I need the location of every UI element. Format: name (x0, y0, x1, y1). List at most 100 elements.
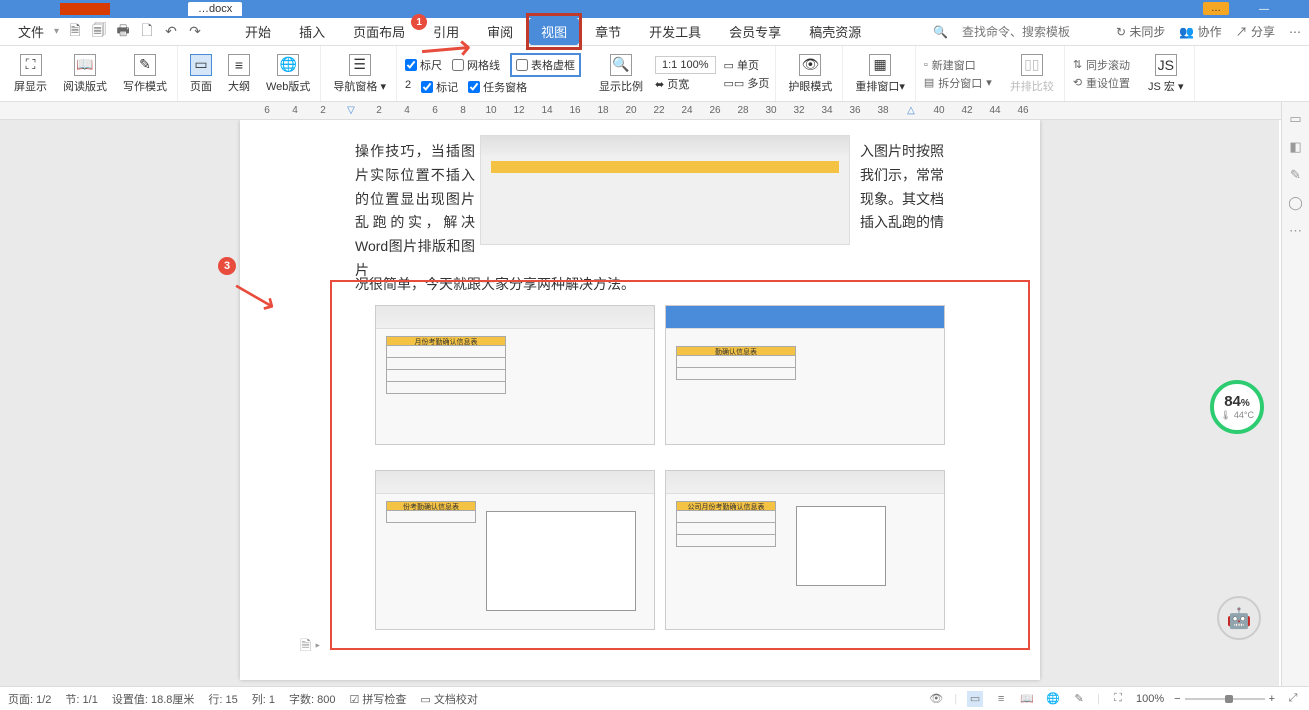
body-text-left: 操作技巧，当插图片实际位置不插入的位置显出现图片乱跑的实，解决 Word图片排版… (355, 140, 475, 283)
search-icon: 🔍 (933, 25, 948, 39)
save-icon[interactable]: 🗎 (67, 24, 83, 40)
fit-page-icon[interactable]: ⛶ (1110, 691, 1126, 707)
status-bar: 页面: 1/2 节: 1/1 设置值: 18.8厘米 行: 15 列: 1 字数… (0, 686, 1309, 710)
quick-access-toolbar: 🗎 🗐 🖶 🗋 ↶ ↷ (67, 24, 203, 40)
title-bar: …docx … — (0, 0, 1309, 18)
body-text-right: 入图片时按照我们示，常常现象。其文档插入乱跑的情 (860, 140, 950, 235)
embedded-screenshot-3[interactable]: 份考勤确认信息表 (375, 470, 655, 630)
document-tab[interactable]: …docx (188, 2, 242, 16)
minimize-icon[interactable]: — (1259, 4, 1269, 15)
outline-view-button[interactable]: ≡大纲 (224, 52, 254, 96)
embedded-image-top[interactable] (480, 135, 850, 245)
tab-start[interactable]: 开始 (233, 18, 283, 45)
embedded-screenshot-1[interactable]: 月份考勤确认信息表 (375, 305, 655, 445)
ribbon-tabs: 开始 插入 页面布局 1 引用 审阅 视图 章节 开发工具 会员专享 稿壳资源 (233, 18, 873, 45)
tab-dev-tools[interactable]: 开发工具 (637, 18, 713, 45)
view-outline-icon[interactable]: ≡ (993, 691, 1009, 707)
undo-icon[interactable]: ↶ (163, 24, 179, 40)
single-page-button[interactable]: ▭ 单页 (724, 57, 770, 73)
status-section: 节: 1/1 (65, 691, 97, 707)
view-write-icon[interactable]: ✎ (1071, 691, 1087, 707)
zoom-out-icon[interactable]: − (1174, 693, 1180, 705)
window-controls: — (1259, 0, 1269, 18)
status-spellcheck[interactable]: ☑ 拼写检查 (350, 691, 407, 707)
tab-sections[interactable]: 章节 (583, 18, 633, 45)
web-view-button[interactable]: 🌐Web版式 (262, 52, 314, 96)
embedded-screenshot-2[interactable]: 勤确认信息表 (665, 305, 945, 445)
split-window-button[interactable]: ▤ 拆分窗口▾ (924, 75, 992, 91)
annotation-badge-2: 2 (405, 79, 411, 95)
embedded-screenshot-4[interactable]: 公司月份考勤确认信息表 (665, 470, 945, 630)
task-pane-checkbox[interactable]: 任务窗格 (468, 79, 527, 95)
page-width-button[interactable]: ⬌ 页宽 (655, 76, 716, 92)
sync-scroll-button: ⇅ 同步滚动 (1073, 57, 1130, 73)
status-column: 列: 1 (252, 691, 275, 707)
view-web-icon[interactable]: 🌐 (1045, 691, 1061, 707)
tab-resources[interactable]: 稿壳资源 (797, 18, 873, 45)
page-view-button[interactable]: ▭页面 (186, 52, 216, 96)
page-indicator-icon: 🗎 ▸ (300, 635, 320, 659)
premium-badge[interactable]: … (1203, 2, 1229, 15)
ribbon: ⛶屏显示 📖阅读版式 ✎写作模式 ▭页面 ≡大纲 🌐Web版式 ☰导航窗格 ▾ … (0, 46, 1309, 102)
zoom-value[interactable]: 1:1 100% (655, 56, 716, 74)
more-icon[interactable]: ⋯ (1289, 25, 1301, 39)
gridlines-checkbox[interactable]: 网格线 (452, 53, 500, 77)
write-mode-button[interactable]: ✎写作模式 (119, 52, 171, 96)
status-doc-proof[interactable]: ▭ 文档校对 (420, 691, 477, 707)
expand-icon[interactable]: ⤢ (1285, 691, 1301, 707)
collab-button[interactable]: 👥 协作 (1179, 23, 1221, 40)
sidebar-tools-icon[interactable]: ✎ (1287, 166, 1305, 184)
command-search-input[interactable] (962, 25, 1102, 39)
sidebar-select-icon[interactable]: ▭ (1287, 110, 1305, 128)
new-window-button[interactable]: ▫ 新建窗口 (924, 57, 992, 73)
menu-bar: 文件 ▾ 🗎 🗐 🖶 🗋 ↶ ↷ 开始 插入 页面布局 1 引用 审阅 视图 章… (0, 18, 1309, 46)
view-page-icon[interactable]: ▭ (967, 691, 983, 707)
zoom-in-icon[interactable]: + (1269, 693, 1275, 705)
table-frame-checkbox[interactable]: 表格虚框 (510, 53, 581, 77)
ruler-checkbox[interactable]: 标尺 (405, 53, 442, 77)
compare-button: ▯▯并排比较 (1006, 52, 1058, 96)
status-page[interactable]: 页面: 1/2 (8, 691, 51, 707)
view-read-icon[interactable]: 📖 (1019, 691, 1035, 707)
js-macro-button[interactable]: JSJS 宏 ▾ (1144, 52, 1187, 96)
assistant-widget[interactable]: 🤖 (1217, 596, 1261, 640)
zoom-ratio-button[interactable]: 🔍显示比例 (595, 52, 647, 96)
app-logo (60, 3, 110, 15)
multi-page-button[interactable]: ▭▭ 多页 (724, 75, 770, 91)
status-ruler-setting: 设置值: 18.8厘米 (112, 691, 195, 707)
right-sidebar: ▭ ◧ ✎ ◯ ⋯ (1281, 102, 1309, 686)
tab-page-layout[interactable]: 页面布局 1 (341, 18, 417, 45)
annotation-badge-3: 3 (218, 257, 236, 275)
status-word-count[interactable]: 字数: 800 (289, 691, 335, 707)
print-icon[interactable]: 🖶 (115, 24, 131, 40)
save-as-icon[interactable]: 🗐 (91, 24, 107, 40)
fullscreen-button[interactable]: ⛶屏显示 (10, 52, 51, 96)
read-mode-button[interactable]: 📖阅读版式 (59, 52, 111, 96)
sidebar-style-icon[interactable]: ◧ (1287, 138, 1305, 156)
sidebar-shapes-icon[interactable]: ◯ (1287, 194, 1305, 212)
zoom-percent[interactable]: 100% (1136, 693, 1164, 705)
horizontal-ruler[interactable]: 642 ▽ 246 81012 141618 202224 262830 323… (0, 102, 1309, 120)
tab-member[interactable]: 会员专享 (717, 18, 793, 45)
print-preview-icon[interactable]: 🗋 (139, 24, 155, 40)
reset-position-button: ⟲ 重设位置 (1073, 75, 1130, 91)
eyecare-button[interactable]: 👁护眼模式 (784, 52, 836, 96)
file-menu[interactable]: 文件 (8, 18, 54, 45)
document-page[interactable]: 操作技巧，当插图片实际位置不插入的位置显出现图片乱跑的实，解决 Word图片排版… (240, 120, 1040, 680)
document-area: 操作技巧，当插图片实际位置不插入的位置显出现图片乱跑的实，解决 Word图片排版… (0, 120, 1279, 686)
share-button[interactable]: ↗ 分享 (1236, 23, 1275, 40)
tab-view[interactable]: 视图 (529, 18, 579, 45)
sync-status[interactable]: ↻ 未同步 (1116, 23, 1165, 40)
status-line: 行: 15 (208, 691, 237, 707)
zoom-slider[interactable]: − + (1174, 693, 1275, 705)
performance-widget[interactable]: 84% 🌡 44°C (1210, 380, 1264, 434)
marks-checkbox[interactable]: 标记 (421, 79, 458, 95)
sidebar-more-icon[interactable]: ⋯ (1287, 222, 1305, 240)
eye-icon[interactable]: 👁 (928, 691, 944, 707)
arrange-windows-button[interactable]: ▦重排窗口▾ (851, 52, 909, 96)
tab-insert[interactable]: 插入 (287, 18, 337, 45)
tab-review[interactable]: 审阅 (475, 18, 525, 45)
redo-icon[interactable]: ↷ (187, 24, 203, 40)
nav-pane-button[interactable]: ☰导航窗格 ▾ (329, 52, 390, 96)
display-options: 标尺 网格线 表格虚框 2 标记 任务窗格 (399, 51, 587, 97)
